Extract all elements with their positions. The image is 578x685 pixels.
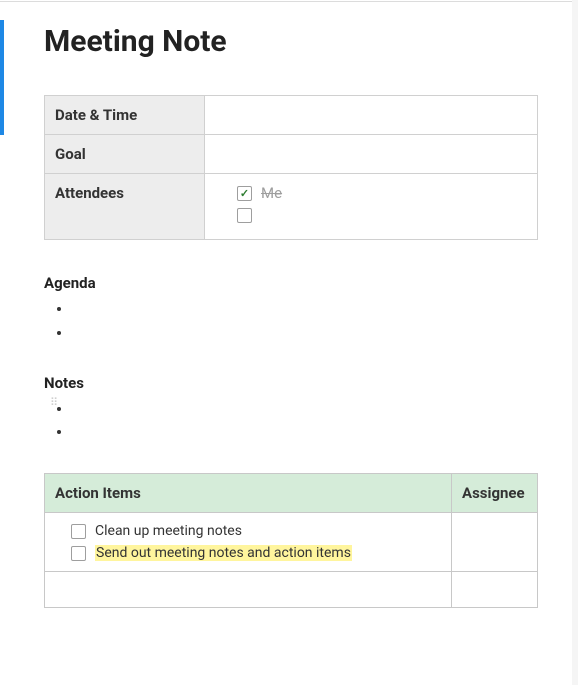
assignee-header[interactable]: Assignee <box>452 474 538 513</box>
checkbox-icon[interactable] <box>237 208 252 223</box>
action-items-header[interactable]: Action Items <box>45 474 452 513</box>
agenda-list <box>44 298 538 346</box>
assignee-cell[interactable] <box>452 572 538 608</box>
accent-bar <box>0 20 4 135</box>
notes-list: ⠿ <box>44 398 538 446</box>
table-row: Date & Time <box>45 96 538 135</box>
action-label[interactable]: Clean up meeting notes <box>95 523 242 539</box>
scrollbar-track[interactable] <box>572 0 578 685</box>
table-row: Action Items Assignee <box>45 474 538 513</box>
checkbox-icon[interactable] <box>71 546 86 561</box>
info-label[interactable]: Goal <box>45 135 205 174</box>
list-item[interactable] <box>72 421 538 445</box>
action-item: Send out meeting notes and action items <box>55 545 441 561</box>
assignee-cell[interactable] <box>452 513 538 572</box>
attendee-item: Me <box>215 184 527 202</box>
page-title[interactable]: Meeting Note <box>44 24 538 59</box>
info-value[interactable] <box>205 96 538 135</box>
agenda-heading[interactable]: Agenda <box>44 274 538 292</box>
table-row <box>45 572 538 608</box>
checkbox-icon[interactable] <box>237 186 252 201</box>
attendee-label[interactable]: Me <box>261 184 282 202</box>
list-item[interactable] <box>72 322 538 346</box>
drag-handle-icon[interactable]: ⠿ <box>50 400 62 406</box>
list-item[interactable] <box>72 298 538 322</box>
action-table: Action Items Assignee Clean up meeting n… <box>44 473 538 608</box>
attendees-cell[interactable]: Me <box>205 174 538 240</box>
top-border <box>0 1 572 2</box>
action-label[interactable]: Send out meeting notes and action items <box>95 545 352 561</box>
action-items-cell[interactable] <box>45 572 452 608</box>
attendee-item <box>215 208 527 223</box>
table-row: Attendees Me <box>45 174 538 240</box>
checkbox-icon[interactable] <box>71 524 86 539</box>
table-row: Goal <box>45 135 538 174</box>
info-table: Date & Time Goal Attendees Me <box>44 95 538 240</box>
info-value[interactable] <box>205 135 538 174</box>
table-row: Clean up meeting notes Send out meeting … <box>45 513 538 572</box>
action-items-cell[interactable]: Clean up meeting notes Send out meeting … <box>45 513 452 572</box>
info-label[interactable]: Attendees <box>45 174 205 240</box>
list-item[interactable]: ⠿ <box>72 398 538 422</box>
page-content: Meeting Note Date & Time Goal Attendees … <box>0 0 578 648</box>
info-label[interactable]: Date & Time <box>45 96 205 135</box>
action-item: Clean up meeting notes <box>55 523 441 539</box>
notes-heading[interactable]: Notes <box>44 374 538 392</box>
